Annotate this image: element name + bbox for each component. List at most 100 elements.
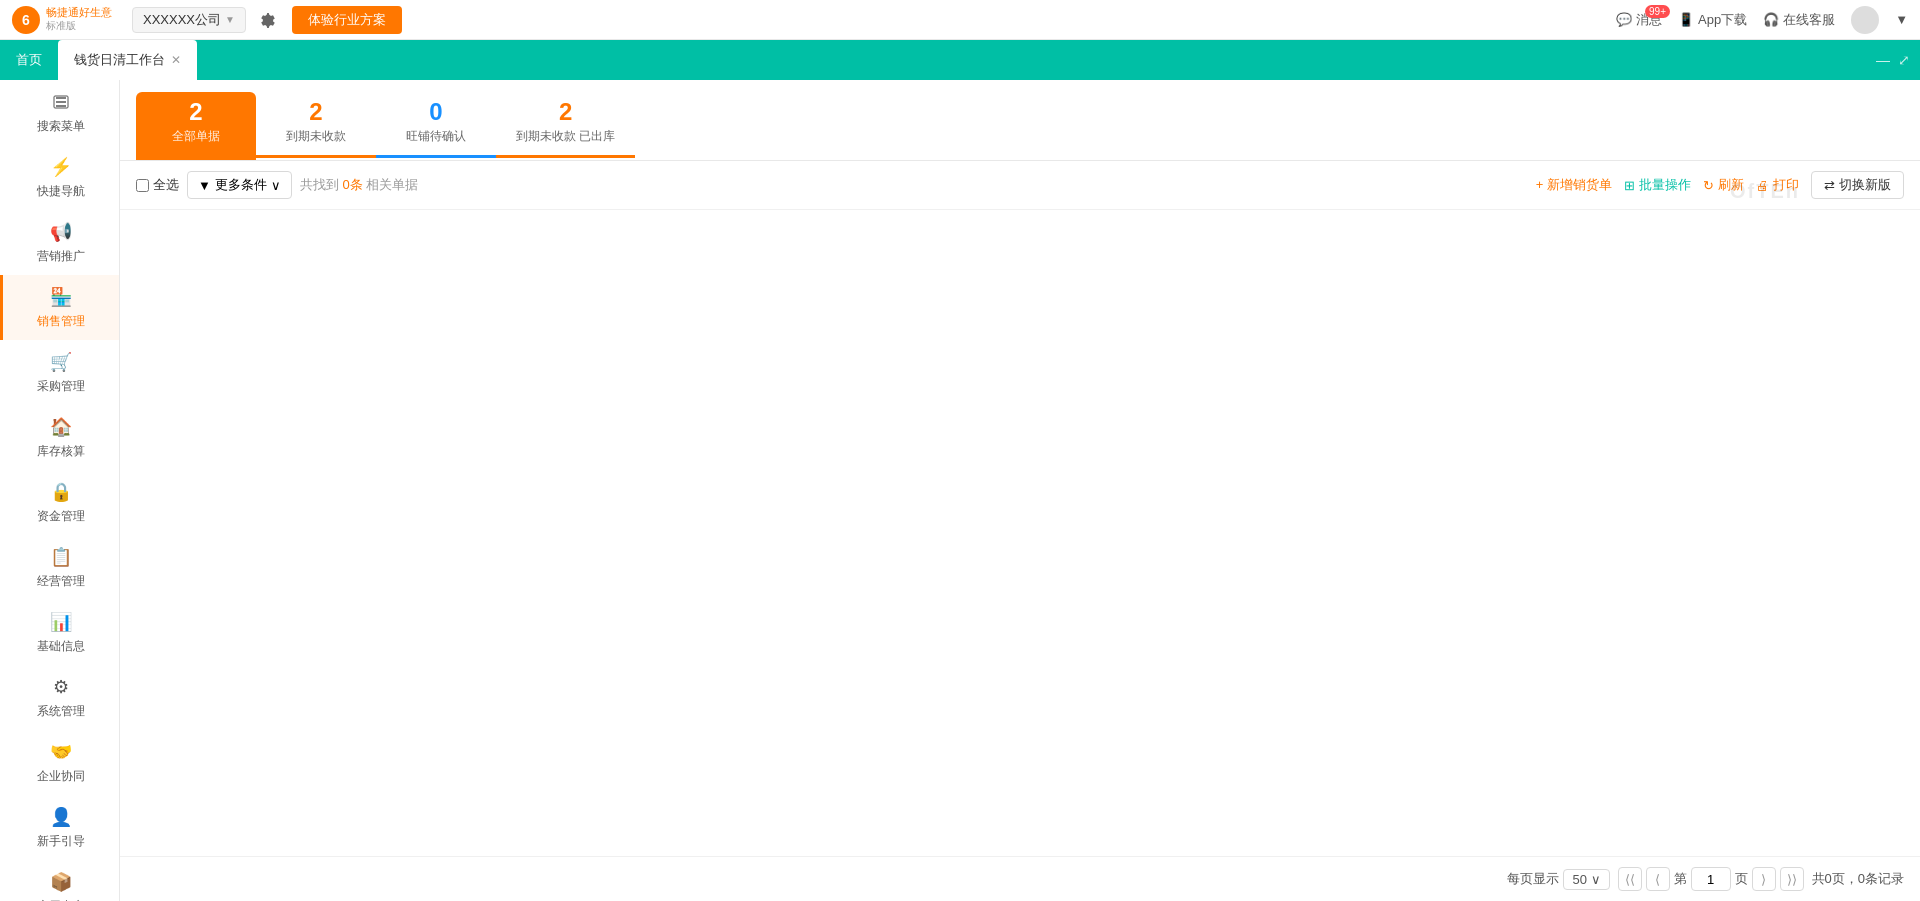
refresh-button[interactable]: ↻ 刷新 xyxy=(1703,176,1744,194)
page-size-select: 每页显示 50 ∨ xyxy=(1507,869,1609,890)
count-info: 共找到 0条 相关单据 xyxy=(300,176,418,194)
content-area: 2 全部单据 2 到期未收款 0 旺铺待确认 2 到期未收款 已出库 xyxy=(120,80,1920,901)
stat-tab-due-ship[interactable]: 2 到期未收款 已出库 xyxy=(496,92,635,160)
basic-info-icon: 📊 xyxy=(49,610,73,634)
stat-num-all: 2 xyxy=(156,100,236,124)
sidebar-label-quick-nav: 快捷导航 xyxy=(37,183,85,200)
message-icon: 💬 xyxy=(1616,12,1632,27)
page-size-label: 每页显示 xyxy=(1507,870,1559,888)
download-icon: 📱 xyxy=(1678,12,1694,27)
sidebar-label-system: 系统管理 xyxy=(37,703,85,720)
inventory-icon: 🏠 xyxy=(49,415,73,439)
company-selector[interactable]: XXXXXX公司 ▼ xyxy=(132,7,246,33)
add-sale-button[interactable]: + 新增销货单 xyxy=(1536,176,1612,194)
tab-minimize-button[interactable]: — xyxy=(1876,52,1890,68)
sidebar-label-basic-info: 基础信息 xyxy=(37,638,85,655)
toolbar: 全选 ▼ 更多条件 ∨ 共找到 0条 相关单据 + 新增销货单 xyxy=(120,161,1920,210)
guide-icon: 👤 xyxy=(49,805,73,829)
sidebar-item-finance[interactable]: 🔒 资金管理 xyxy=(0,470,119,535)
page-next-button[interactable]: ⟩ xyxy=(1752,867,1776,891)
user-name[interactable]: ▼ xyxy=(1895,12,1908,27)
page-current-label: 第 xyxy=(1674,870,1687,888)
quick-nav-icon: ⚡ xyxy=(49,155,73,179)
sidebar-label-search: 搜索菜单 xyxy=(37,118,85,135)
page-nav: ⟨⟨ ⟨ 第 页 ⟩ ⟩⟩ xyxy=(1618,867,1804,891)
main-layout: 搜索菜单 ⚡ 快捷导航 📢 营销推广 🏪 销售管理 🛒 采购管理 🏠 库存核算 … xyxy=(0,80,1920,901)
sidebar-item-enterprise[interactable]: 🤝 企业协同 xyxy=(0,730,119,795)
stat-label-all: 全部单据 xyxy=(156,128,236,145)
message-button[interactable]: 💬 消息 99+ xyxy=(1616,11,1662,29)
print-button[interactable]: 🖨 打印 xyxy=(1756,176,1799,194)
tab-close-button[interactable]: ✕ xyxy=(171,53,181,67)
select-all-input[interactable] xyxy=(136,179,149,192)
system-icon: ⚙ xyxy=(49,675,73,699)
switch-icon: ⇄ xyxy=(1824,178,1835,193)
tab-home[interactable]: 首页 xyxy=(0,40,58,80)
refresh-icon: ↻ xyxy=(1703,178,1714,193)
finance-icon: 🔒 xyxy=(49,480,73,504)
header-right: 💬 消息 99+ 📱 App下载 🎧 在线客服 ▼ xyxy=(1616,6,1908,34)
stat-label-confirm: 旺铺待确认 xyxy=(396,128,476,145)
sidebar-item-system[interactable]: ⚙ 系统管理 xyxy=(0,665,119,730)
operation-icon: 📋 xyxy=(49,545,73,569)
trial-button[interactable]: 体验行业方案 xyxy=(292,6,402,34)
logo-area: 6 畅捷通好生意 标准版 xyxy=(12,6,132,34)
page-prev-button[interactable]: ⟨ xyxy=(1646,867,1670,891)
sidebar-label-enterprise: 企业协同 xyxy=(37,768,85,785)
stat-tab-confirm[interactable]: 0 旺铺待确认 xyxy=(376,92,496,160)
sidebar-item-search[interactable]: 搜索菜单 xyxy=(0,80,119,145)
tab-work[interactable]: 钱货日清工作台 ✕ xyxy=(58,40,197,80)
app-center-icon: 📦 xyxy=(49,870,73,894)
stat-tab-underline-confirm xyxy=(376,155,496,158)
filter-button[interactable]: ▼ 更多条件 ∨ xyxy=(187,171,292,199)
sidebar-item-operation[interactable]: 📋 经营管理 xyxy=(0,535,119,600)
stat-num-due: 2 xyxy=(276,100,356,124)
count-number: 0条 xyxy=(343,177,363,192)
purchase-icon: 🛒 xyxy=(49,350,73,374)
sidebar-item-guide[interactable]: 👤 新手引导 xyxy=(0,795,119,860)
sidebar-label-inventory: 库存核算 xyxy=(37,443,85,460)
filter-arrow-icon: ∨ xyxy=(271,178,281,193)
stat-label-due-ship: 到期未收款 已出库 xyxy=(516,128,615,145)
page-total: 共0页，0条记录 xyxy=(1812,870,1904,888)
page-size-dropdown[interactable]: 50 ∨ xyxy=(1563,869,1609,890)
page-last-button[interactable]: ⟩⟩ xyxy=(1780,867,1804,891)
company-name: XXXXXX公司 xyxy=(143,11,221,29)
settings-button[interactable] xyxy=(254,6,282,34)
sidebar-label-purchase: 采购管理 xyxy=(37,378,85,395)
stat-tab-all[interactable]: 2 全部单据 xyxy=(136,92,256,160)
switch-version-button[interactable]: ⇄ 切换新版 xyxy=(1811,171,1904,199)
message-badge: 99+ xyxy=(1645,5,1670,18)
marketing-icon: 📢 xyxy=(49,220,73,244)
sidebar-item-quick-nav[interactable]: ⚡ 快捷导航 xyxy=(0,145,119,210)
sidebar-item-sales[interactable]: 🏪 销售管理 xyxy=(0,275,119,340)
stat-tab-underline-due-ship xyxy=(496,155,635,158)
sidebar-label-operation: 经营管理 xyxy=(37,573,85,590)
tab-bar: 首页 钱货日清工作台 ✕ — ⤢ xyxy=(0,40,1920,80)
logo-icon: 6 xyxy=(12,6,40,34)
logo-text: 畅捷通好生意 xyxy=(46,6,112,19)
sales-icon: 🏪 xyxy=(49,285,73,309)
stat-tab-underline-due xyxy=(256,155,376,158)
sidebar-item-marketing[interactable]: 📢 营销推广 xyxy=(0,210,119,275)
app-download-button[interactable]: 📱 App下载 xyxy=(1678,11,1747,29)
toolbar-left: 全选 ▼ 更多条件 ∨ 共找到 0条 相关单据 xyxy=(136,171,418,199)
page-first-button[interactable]: ⟨⟨ xyxy=(1618,867,1642,891)
batch-operation-button[interactable]: ⊞ 批量操作 xyxy=(1624,176,1691,194)
sidebar-item-purchase[interactable]: 🛒 采购管理 xyxy=(0,340,119,405)
stat-tab-due[interactable]: 2 到期未收款 xyxy=(256,92,376,160)
select-all-label: 全选 xyxy=(153,176,179,194)
select-all-checkbox[interactable]: 全选 xyxy=(136,176,179,194)
toolbar-right: + 新增销货单 ⊞ 批量操作 ↻ 刷新 🖨 打印 ⇄ xyxy=(1536,171,1904,199)
logo-badge: 标准版 xyxy=(46,19,112,33)
page-suffix: 页 xyxy=(1735,870,1748,888)
tab-maximize-button[interactable]: ⤢ xyxy=(1898,52,1910,68)
user-avatar[interactable] xyxy=(1851,6,1879,34)
sidebar: 搜索菜单 ⚡ 快捷导航 📢 营销推广 🏪 销售管理 🛒 采购管理 🏠 库存核算 … xyxy=(0,80,120,901)
sidebar-item-app-center[interactable]: 📦 应用中心 xyxy=(0,860,119,901)
page-input[interactable] xyxy=(1691,867,1731,891)
sidebar-item-basic-info[interactable]: 📊 基础信息 xyxy=(0,600,119,665)
online-service-button[interactable]: 🎧 在线客服 xyxy=(1763,11,1835,29)
enterprise-icon: 🤝 xyxy=(49,740,73,764)
sidebar-item-inventory[interactable]: 🏠 库存核算 xyxy=(0,405,119,470)
